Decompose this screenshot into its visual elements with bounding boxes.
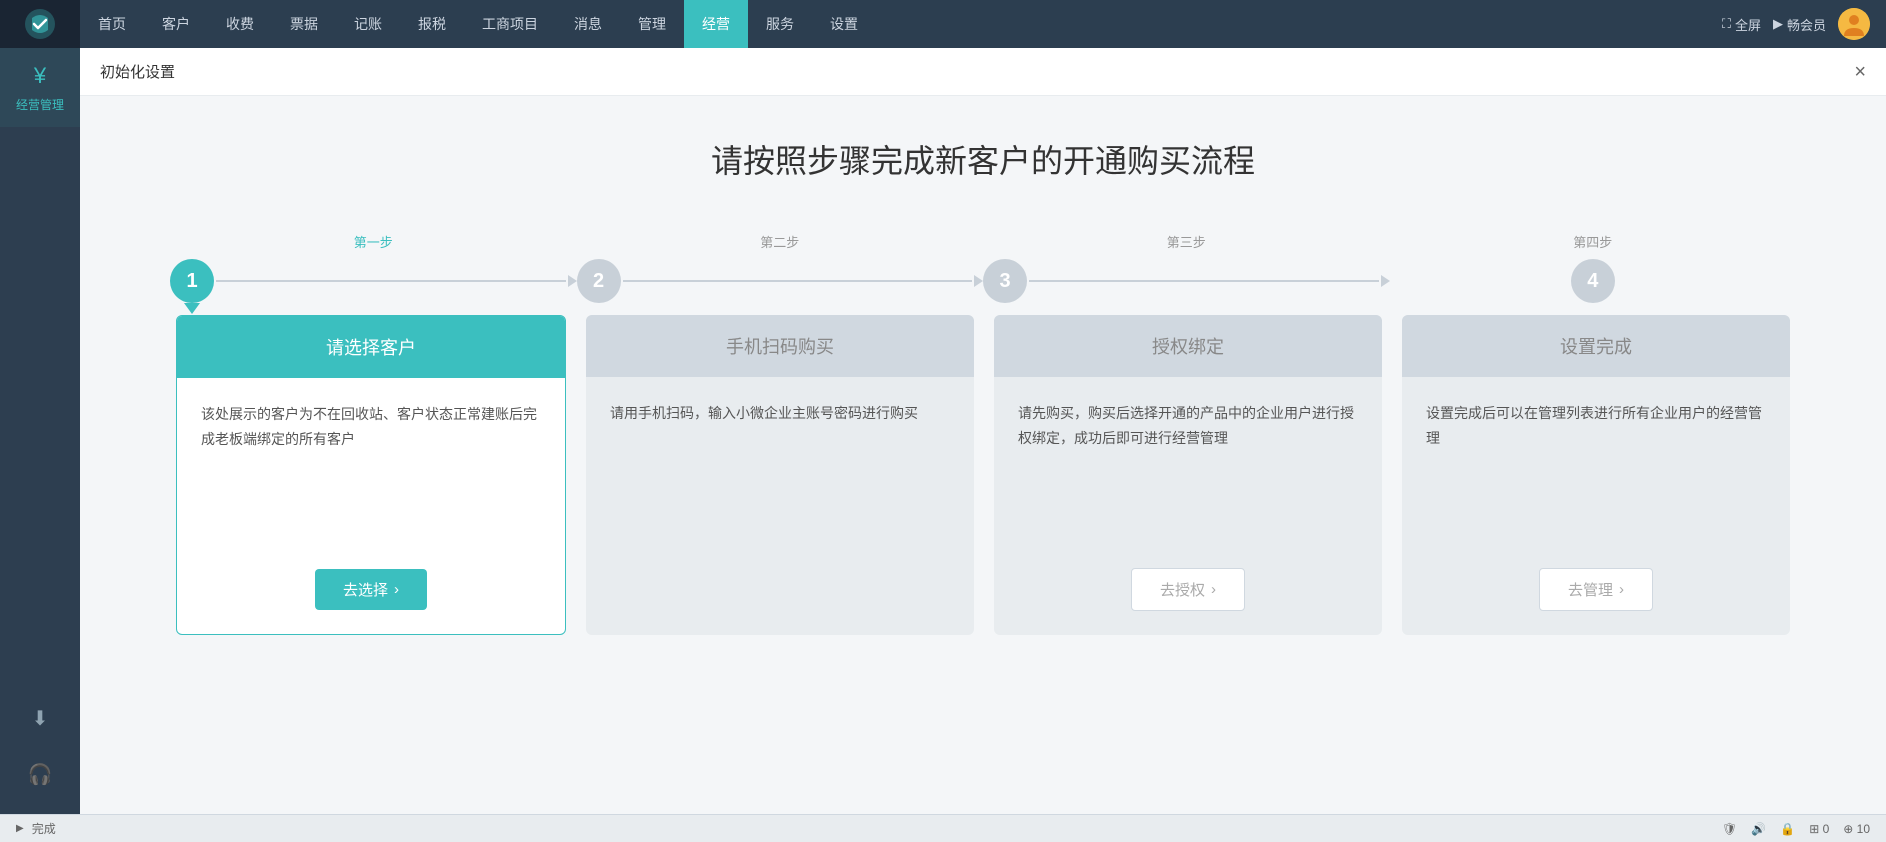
step4-label: 第四步: [1573, 232, 1612, 251]
sidebar-label-management: 经营管理: [16, 96, 64, 113]
nav-home[interactable]: 首页: [80, 0, 144, 48]
fullscreen-button[interactable]: ⛶ 全屏: [1722, 15, 1761, 34]
step2-label: 第二步: [760, 232, 799, 251]
step4-card-footer: 去管理 ›: [1402, 552, 1790, 635]
nav-tax[interactable]: 报税: [400, 0, 464, 48]
step4-card-body: 设置完成后可以在管理列表进行所有企业用户的经营管理: [1402, 377, 1790, 552]
main-content: 初始化设置 × 请按照步骤完成新客户的开通购买流程 第一步 1 第二步: [80, 48, 1886, 814]
step2-circle: 2: [577, 259, 621, 303]
step2-card-header: 手机扫码购买: [586, 315, 974, 377]
shield-icon: 🛡: [1722, 822, 1737, 836]
nav-business[interactable]: 工商项目: [464, 0, 556, 48]
avatar[interactable]: [1838, 8, 1870, 40]
lock-icon: 🔒: [1780, 822, 1795, 836]
connector-2-3: [623, 280, 973, 282]
steps-indicator: 第一步 1 第二步 2: [140, 232, 1826, 303]
step2-connector: 2: [577, 259, 984, 303]
arrow1: [568, 275, 577, 287]
nav-fees[interactable]: 收费: [208, 0, 272, 48]
nav-invoices[interactable]: 票据: [272, 0, 336, 48]
step4-wrapper: 第四步 4: [1390, 232, 1797, 303]
nav-settings[interactable]: 设置: [812, 0, 876, 48]
app-logo[interactable]: [0, 0, 80, 48]
step3-action-button[interactable]: 去授权 ›: [1131, 568, 1245, 611]
step2-wrapper: 第二步 2: [577, 232, 984, 303]
yen-icon: ¥: [26, 62, 54, 90]
step1-connector: 1: [170, 259, 577, 303]
step1-card-footer: 去选择 ›: [177, 553, 565, 634]
vip-button[interactable]: ▶ 畅会员: [1773, 15, 1826, 34]
step3-card-header: 授权绑定: [994, 315, 1382, 377]
step1-card-header: 请选择客户: [177, 316, 565, 378]
zoom-level: ⊕ 10: [1843, 822, 1870, 836]
step2-card-body: 请用手机扫码，输入小微企业主账号密码进行购买: [586, 377, 974, 595]
nav-items-list: 首页 客户 收费 票据 记账 报税 工商项目 消息 管理 经营 服务 设置: [80, 0, 1722, 48]
download-icon: ⬇: [26, 704, 54, 732]
play-icon-status: ▶: [16, 823, 24, 834]
step4-circle-row: 4: [1390, 259, 1797, 303]
step1-wrapper: 第一步 1: [170, 232, 577, 303]
windows-count: ⊞ 0: [1809, 822, 1829, 836]
step4-circle: 4: [1571, 259, 1615, 303]
step3-connector: 3: [983, 259, 1390, 303]
left-sidebar: ¥ 经营管理 ⬇ 🎧: [0, 48, 80, 814]
nav-customer[interactable]: 客户: [144, 0, 208, 48]
sidebar-item-management[interactable]: ¥ 经营管理: [0, 48, 80, 127]
sidebar-bottom-area: ⬇ 🎧: [0, 690, 80, 814]
step2-card-footer: [586, 595, 974, 635]
connector-3-4: [1029, 280, 1379, 282]
step1-card: 请选择客户 该处展示的客户为不在回收站、客户状态正常建账后完成老板端绑定的所有客…: [176, 315, 566, 635]
step1-label: 第一步: [354, 232, 393, 251]
sidebar-support[interactable]: 🎧: [0, 746, 80, 802]
nav-operation[interactable]: 经营: [684, 0, 748, 48]
step1-circle: 1: [170, 259, 214, 303]
wizard-heading: 请按照步骤完成新客户的开通购买流程: [140, 136, 1826, 182]
step3-label: 第三步: [1167, 232, 1206, 251]
nav-right-area: ⛶ 全屏 ▶ 畅会员: [1722, 8, 1870, 40]
fullscreen-icon: ⛶: [1722, 16, 1731, 32]
nav-accounting[interactable]: 记账: [336, 0, 400, 48]
arrow2: [974, 275, 983, 287]
step3-card: 授权绑定 请先购买，购买后选择开通的产品中的企业用户进行授权绑定，成功后即可进行…: [994, 315, 1382, 635]
chevron-right4-icon: ›: [1619, 581, 1624, 598]
arrow3: [1381, 275, 1390, 287]
step2-card: 手机扫码购买 请用手机扫码，输入小微企业主账号密码进行购买: [586, 315, 974, 635]
step1-action-button[interactable]: 去选择 ›: [315, 569, 427, 610]
volume-icon: 🔊: [1751, 822, 1766, 836]
connector-1-2: [216, 280, 566, 282]
play-icon: ▶: [1773, 16, 1783, 32]
nav-service[interactable]: 服务: [748, 0, 812, 48]
sidebar-download[interactable]: ⬇: [0, 690, 80, 746]
step3-wrapper: 第三步 3: [983, 232, 1390, 303]
status-text: 完成: [32, 820, 56, 837]
step4-card: 设置完成 设置完成后可以在管理列表进行所有企业用户的经营管理 去管理 ›: [1402, 315, 1790, 635]
cards-row: 请选择客户 该处展示的客户为不在回收站、客户状态正常建账后完成老板端绑定的所有客…: [140, 315, 1826, 635]
close-button[interactable]: ×: [1854, 62, 1866, 82]
status-bar: ▶ 完成 🛡 🔊 🔒 ⊞ 0 ⊕ 10: [0, 814, 1886, 842]
step3-circle: 3: [983, 259, 1027, 303]
page-title: 初始化设置: [100, 61, 175, 82]
status-bar-right: 🛡 🔊 🔒 ⊞ 0 ⊕ 10: [1722, 822, 1870, 836]
chevron-right3-icon: ›: [1211, 581, 1216, 598]
step1-card-body: 该处展示的客户为不在回收站、客户状态正常建账后完成老板端绑定的所有客户: [177, 378, 565, 553]
step4-card-header: 设置完成: [1402, 315, 1790, 377]
nav-message[interactable]: 消息: [556, 0, 620, 48]
step3-card-body: 请先购买，购买后选择开通的产品中的企业用户进行授权绑定，成功后即可进行经营管理: [994, 377, 1382, 552]
chevron-right-icon: ›: [394, 581, 399, 598]
nav-manage[interactable]: 管理: [620, 0, 684, 48]
step3-card-footer: 去授权 ›: [994, 552, 1382, 635]
step4-action-button[interactable]: 去管理 ›: [1539, 568, 1653, 611]
top-navigation: 首页 客户 收费 票据 记账 报税 工商项目 消息 管理 经营 服务 设置 ⛶ …: [0, 0, 1886, 48]
headset-icon: 🎧: [26, 760, 54, 788]
page-header: 初始化设置 ×: [80, 48, 1886, 96]
content-area: 请按照步骤完成新客户的开通购买流程 第一步 1 第二步: [80, 96, 1886, 675]
